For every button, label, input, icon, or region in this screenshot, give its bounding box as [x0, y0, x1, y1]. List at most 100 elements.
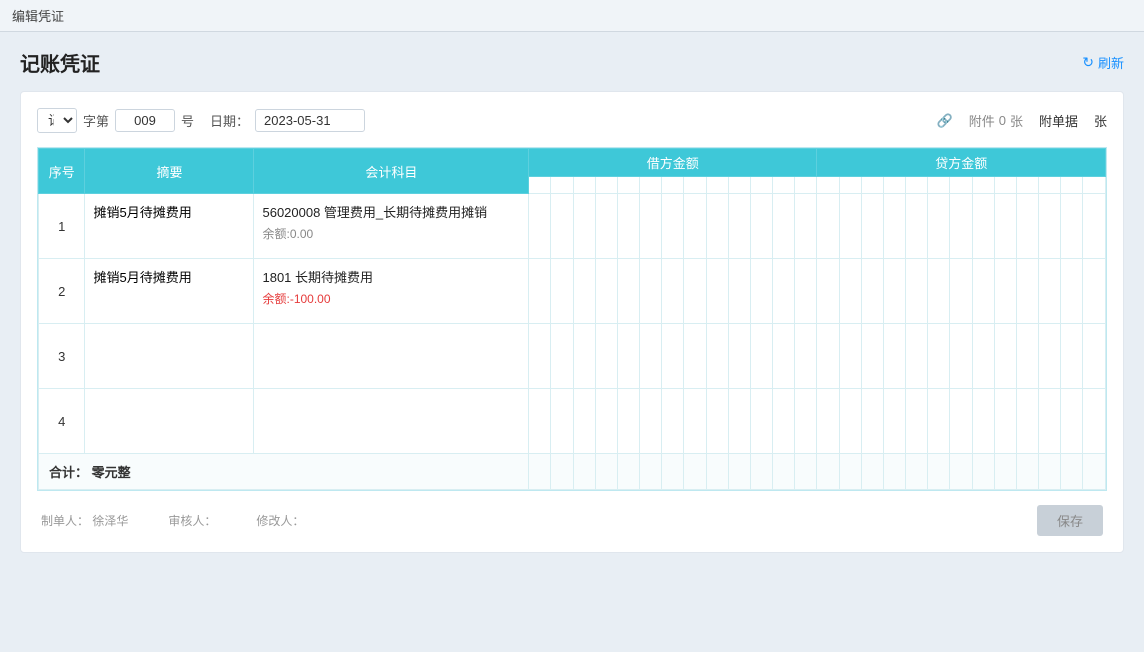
credit-digit-2-10[interactable] — [1039, 324, 1061, 389]
debit-digit-3-7[interactable] — [684, 389, 706, 454]
debit-digit-0-1[interactable] — [551, 194, 573, 259]
row-account-3[interactable] — [254, 389, 529, 454]
credit-digit-2-8[interactable] — [994, 324, 1016, 389]
credit-digit-1-3[interactable] — [883, 259, 905, 324]
credit-digit-3-7[interactable] — [972, 389, 994, 454]
credit-digit-2-7[interactable] — [972, 324, 994, 389]
debit-digit-0-0[interactable] — [529, 194, 551, 259]
debit-digit-1-0[interactable] — [529, 259, 551, 324]
credit-digit-2-6[interactable] — [950, 324, 972, 389]
debit-digit-1-4[interactable] — [617, 259, 639, 324]
row-account-2[interactable] — [254, 324, 529, 389]
debit-digit-2-8[interactable] — [706, 324, 728, 389]
credit-digit-1-12[interactable] — [1083, 259, 1106, 324]
credit-digit-3-4[interactable] — [906, 389, 928, 454]
credit-digit-2-0[interactable] — [817, 324, 839, 389]
debit-digit-3-10[interactable] — [750, 389, 772, 454]
debit-digit-3-3[interactable] — [595, 389, 617, 454]
debit-digit-3-9[interactable] — [728, 389, 750, 454]
credit-digit-3-1[interactable] — [839, 389, 861, 454]
credit-digit-2-2[interactable] — [861, 324, 883, 389]
debit-digit-2-6[interactable] — [662, 324, 684, 389]
debit-digit-2-0[interactable] — [529, 324, 551, 389]
debit-digit-0-2[interactable] — [573, 194, 595, 259]
credit-digit-1-1[interactable] — [839, 259, 861, 324]
debit-digit-3-2[interactable] — [573, 389, 595, 454]
credit-digit-0-2[interactable] — [861, 194, 883, 259]
credit-digit-0-1[interactable] — [839, 194, 861, 259]
debit-digit-0-3[interactable] — [595, 194, 617, 259]
credit-digit-3-2[interactable] — [861, 389, 883, 454]
credit-digit-3-8[interactable] — [994, 389, 1016, 454]
debit-digit-1-10[interactable] — [750, 259, 772, 324]
debit-digit-0-12[interactable] — [795, 194, 817, 259]
credit-digit-0-5[interactable] — [928, 194, 950, 259]
debit-digit-3-5[interactable] — [640, 389, 662, 454]
credit-digit-2-11[interactable] — [1061, 324, 1083, 389]
debit-digit-0-11[interactable] — [773, 194, 795, 259]
voucher-number-input[interactable] — [115, 109, 175, 132]
debit-digit-0-7[interactable] — [684, 194, 706, 259]
debit-digit-0-4[interactable] — [617, 194, 639, 259]
debit-digit-0-9[interactable] — [728, 194, 750, 259]
debit-digit-2-1[interactable] — [551, 324, 573, 389]
credit-digit-1-5[interactable] — [928, 259, 950, 324]
credit-digit-0-11[interactable] — [1061, 194, 1083, 259]
credit-digit-1-9[interactable] — [1016, 259, 1038, 324]
debit-digit-1-5[interactable] — [640, 259, 662, 324]
credit-digit-0-9[interactable] — [1016, 194, 1038, 259]
credit-digit-0-3[interactable] — [883, 194, 905, 259]
credit-digit-0-10[interactable] — [1039, 194, 1061, 259]
credit-digit-1-7[interactable] — [972, 259, 994, 324]
debit-digit-1-1[interactable] — [551, 259, 573, 324]
credit-digit-1-2[interactable] — [861, 259, 883, 324]
debit-digit-1-2[interactable] — [573, 259, 595, 324]
credit-digit-1-0[interactable] — [817, 259, 839, 324]
voucher-type-select[interactable]: 记 — [37, 108, 77, 133]
credit-digit-3-5[interactable] — [928, 389, 950, 454]
credit-digit-2-1[interactable] — [839, 324, 861, 389]
row-summary-1[interactable]: 摊销5月待摊费用 — [85, 259, 254, 324]
row-account-0[interactable]: 56020008 管理费用_长期待摊费用摊销余额:0.00 — [254, 194, 529, 259]
debit-digit-1-3[interactable] — [595, 259, 617, 324]
debit-digit-3-8[interactable] — [706, 389, 728, 454]
credit-digit-0-7[interactable] — [972, 194, 994, 259]
credit-digit-1-8[interactable] — [994, 259, 1016, 324]
refresh-button[interactable]: ↻ 刷新 — [1082, 53, 1124, 72]
credit-digit-1-10[interactable] — [1039, 259, 1061, 324]
debit-digit-3-0[interactable] — [529, 389, 551, 454]
credit-digit-3-0[interactable] — [817, 389, 839, 454]
debit-digit-2-12[interactable] — [795, 324, 817, 389]
debit-digit-1-12[interactable] — [795, 259, 817, 324]
credit-digit-2-12[interactable] — [1083, 324, 1106, 389]
debit-digit-0-6[interactable] — [662, 194, 684, 259]
debit-digit-2-10[interactable] — [750, 324, 772, 389]
credit-digit-3-11[interactable] — [1061, 389, 1083, 454]
credit-digit-0-8[interactable] — [994, 194, 1016, 259]
credit-digit-0-6[interactable] — [950, 194, 972, 259]
attach-doc-label[interactable]: 附单据 — [1039, 111, 1078, 130]
debit-digit-1-11[interactable] — [773, 259, 795, 324]
debit-digit-3-1[interactable] — [551, 389, 573, 454]
debit-digit-0-10[interactable] — [750, 194, 772, 259]
credit-digit-1-6[interactable] — [950, 259, 972, 324]
debit-digit-0-8[interactable] — [706, 194, 728, 259]
credit-digit-3-3[interactable] — [883, 389, 905, 454]
credit-digit-1-11[interactable] — [1061, 259, 1083, 324]
debit-digit-2-11[interactable] — [773, 324, 795, 389]
debit-digit-1-7[interactable] — [684, 259, 706, 324]
debit-digit-3-11[interactable] — [773, 389, 795, 454]
debit-digit-1-8[interactable] — [706, 259, 728, 324]
debit-digit-2-3[interactable] — [595, 324, 617, 389]
credit-digit-3-6[interactable] — [950, 389, 972, 454]
credit-digit-0-0[interactable] — [817, 194, 839, 259]
debit-digit-1-9[interactable] — [728, 259, 750, 324]
debit-digit-2-5[interactable] — [640, 324, 662, 389]
debit-digit-1-6[interactable] — [662, 259, 684, 324]
debit-digit-2-2[interactable] — [573, 324, 595, 389]
debit-digit-2-9[interactable] — [728, 324, 750, 389]
debit-digit-3-6[interactable] — [662, 389, 684, 454]
credit-digit-3-12[interactable] — [1083, 389, 1106, 454]
credit-digit-3-10[interactable] — [1039, 389, 1061, 454]
row-summary-0[interactable]: 摊销5月待摊费用 — [85, 194, 254, 259]
